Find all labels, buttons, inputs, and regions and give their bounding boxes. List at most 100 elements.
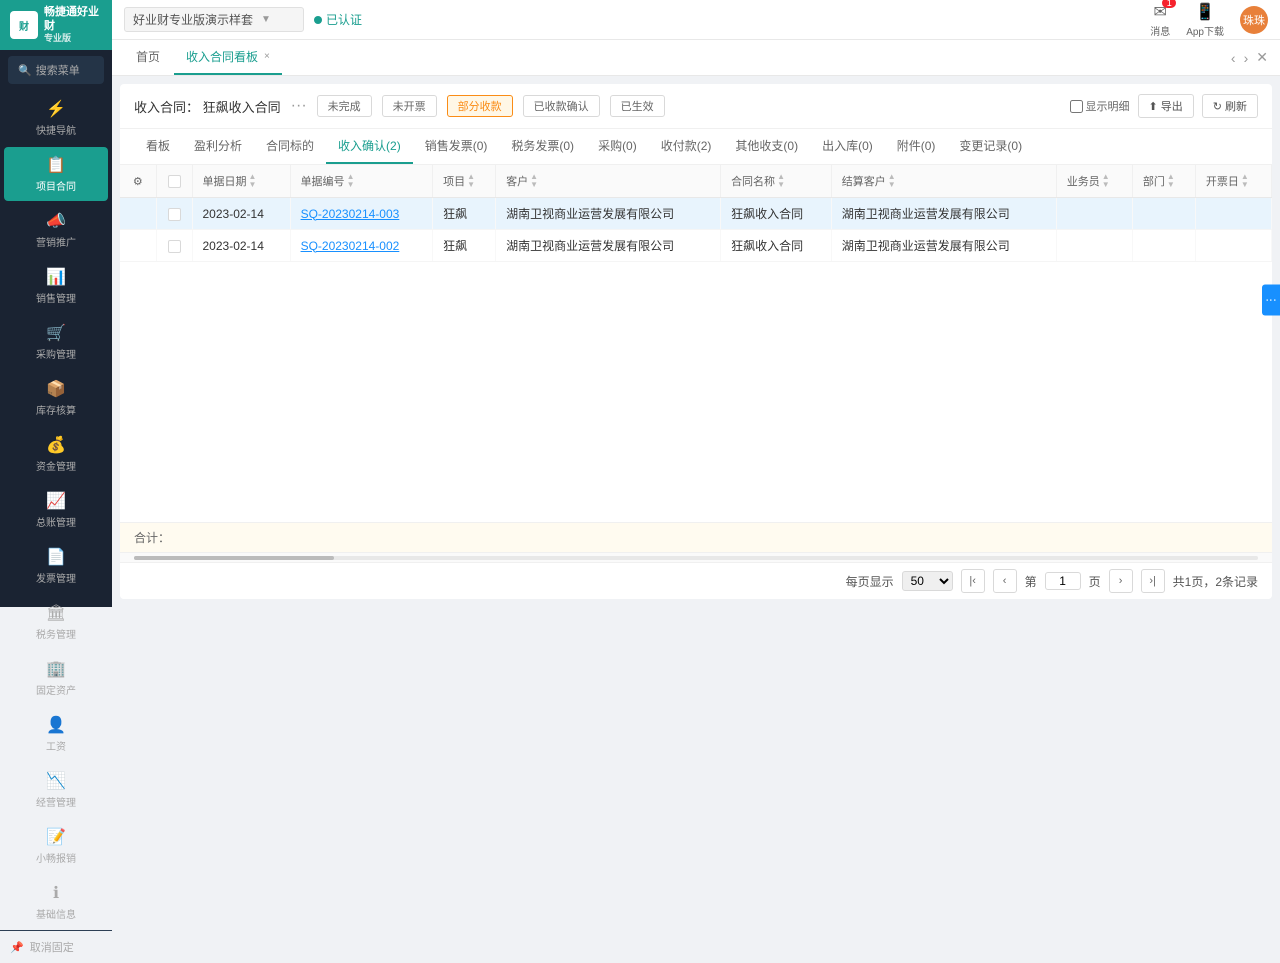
sub-tab-kanban[interactable]: 看板 <box>134 129 182 164</box>
col-check-all[interactable] <box>156 165 192 198</box>
page-first-btn[interactable]: |‹ <box>961 569 985 593</box>
sidebar-unpin[interactable]: 📌 取消固定 <box>0 931 112 963</box>
sidebar-item-expense[interactable]: 📝 小畅报销 <box>4 819 108 873</box>
sidebar-item-purchase[interactable]: 🛒 采购管理 <box>4 315 108 369</box>
sub-tab-attachment[interactable]: 附件(0) <box>885 129 948 164</box>
content-area: 收入合同： 狂飙收入合同 ··· 未完成 未开票 部分收款 已收款确认 已生效 … <box>120 84 1272 599</box>
export-button[interactable]: ⬆ 导出 <box>1138 94 1194 118</box>
row1-dept <box>1132 198 1195 230</box>
row1-setting <box>120 198 156 230</box>
sort-settlement[interactable]: 结算客户 ▲▼ <box>842 173 896 189</box>
sidebar-item-tax[interactable]: 🏛 税务管理 <box>4 595 108 649</box>
logo-icon: 财 <box>10 11 38 39</box>
row2-checkbox[interactable] <box>168 240 181 253</box>
company-selector[interactable]: 好业财专业版演示样套 ▼ <box>124 7 304 32</box>
row2-date: 2023-02-14 <box>192 230 290 262</box>
row1-checkbox[interactable] <box>168 208 181 221</box>
sidebar-item-quick-nav[interactable]: ⚡ 快捷导航 <box>4 91 108 145</box>
tab-home[interactable]: 首页 <box>124 40 172 75</box>
page-prev-btn[interactable]: ‹ <box>993 569 1017 593</box>
refresh-button[interactable]: ↻ 刷新 <box>1202 94 1258 118</box>
message-button[interactable]: ✉ 消息 1 <box>1150 2 1170 38</box>
status-incomplete-btn[interactable]: 未完成 <box>317 95 372 117</box>
sidebar-item-management[interactable]: 📉 经营管理 <box>4 763 108 817</box>
sub-tab-other[interactable]: 其他收支(0) <box>723 129 810 164</box>
sidebar-item-inventory[interactable]: 📦 库存核算 <box>4 371 108 425</box>
check-all-checkbox[interactable] <box>168 175 181 188</box>
page-size-select[interactable]: 50 100 200 <box>902 571 953 591</box>
sub-tab-warehouse[interactable]: 出入库(0) <box>810 129 885 164</box>
page-next-btn[interactable]: › <box>1109 569 1133 593</box>
status-active-btn[interactable]: 已生效 <box>610 95 665 117</box>
sidebar-item-invoice[interactable]: 📄 发票管理 <box>4 539 108 593</box>
row1-check[interactable] <box>156 198 192 230</box>
sidebar-item-marketing[interactable]: 📣 营销推广 <box>4 203 108 257</box>
sub-tab-payment[interactable]: 收付款(2) <box>649 129 724 164</box>
page-last-btn[interactable]: ›| <box>1141 569 1165 593</box>
expense-icon: 📝 <box>46 827 66 847</box>
sidebar-item-ledger[interactable]: 📈 总账管理 <box>4 483 108 537</box>
row2-number[interactable]: SQ-20230214-002 <box>290 230 433 262</box>
page-number-input[interactable] <box>1045 572 1081 590</box>
pagination-total: 共1页，2条记录 <box>1173 573 1258 590</box>
sub-tab-subject[interactable]: 合同标的 <box>254 129 326 164</box>
sort-project[interactable]: 项目 ▲▼ <box>443 173 475 189</box>
sort-date[interactable]: 单据日期 ▲▼ <box>203 173 257 189</box>
row1-project: 狂飙 <box>433 198 496 230</box>
show-detail-checkbox[interactable]: 显示明细 <box>1070 98 1130 114</box>
scrollbar-track[interactable] <box>134 556 1258 560</box>
row1-number[interactable]: SQ-20230214-003 <box>290 198 433 230</box>
quick-nav-icon: ⚡ <box>46 99 66 119</box>
sort-salesman[interactable]: 业务员 ▲▼ <box>1067 173 1110 189</box>
status-uninvoiced-btn[interactable]: 未开票 <box>382 95 437 117</box>
tab-close-all-icon[interactable]: ✕ <box>1256 49 1268 66</box>
col-invoice-date-header: 开票日 ▲▼ <box>1195 165 1271 198</box>
sidebar-item-fixed-assets[interactable]: 🏢 固定资产 <box>4 651 108 705</box>
sub-tabs: 看板 盈利分析 合同标的 收入确认(2) 销售发票(0) 税务发票(0) 采购(… <box>120 129 1272 165</box>
table-row[interactable]: 2023-02-14 SQ-20230214-002 狂飙 湖南卫视商业运营发展… <box>120 230 1272 262</box>
contract-more-button[interactable]: ··· <box>291 97 307 115</box>
right-panel-button[interactable]: ⋮ <box>1262 285 1280 316</box>
status-partial-btn[interactable]: 部分收款 <box>447 95 513 117</box>
sub-tab-sales-invoice[interactable]: 销售发票(0) <box>413 129 500 164</box>
right-float-panel: ⋮ <box>1262 285 1280 316</box>
status-confirmed-btn[interactable]: 已收款确认 <box>523 95 600 117</box>
scrollbar-area[interactable] <box>120 552 1272 562</box>
sort-customer[interactable]: 客户 ▲▼ <box>506 173 538 189</box>
scrollbar-thumb[interactable] <box>134 556 334 560</box>
app-download-button[interactable]: 📱 App下载 <box>1186 2 1224 38</box>
sub-tab-profit[interactable]: 盈利分析 <box>182 129 254 164</box>
tab-next-icon[interactable]: › <box>1244 50 1249 66</box>
sidebar-search[interactable]: 🔍 搜索菜单 <box>8 56 104 84</box>
sidebar-item-basic-info[interactable]: ℹ 基础信息 <box>4 875 108 929</box>
sidebar-item-capital[interactable]: 💰 资金管理 <box>4 427 108 481</box>
inventory-icon: 📦 <box>46 379 66 399</box>
sort-dept[interactable]: 部门 ▲▼ <box>1143 173 1175 189</box>
sub-tab-purchase[interactable]: 采购(0) <box>586 129 649 164</box>
tab-prev-icon[interactable]: ‹ <box>1231 50 1236 66</box>
row2-check[interactable] <box>156 230 192 262</box>
table-row[interactable]: 2023-02-14 SQ-20230214-003 狂飙 湖南卫视商业运营发展… <box>120 198 1272 230</box>
col-setting[interactable]: ⚙ <box>120 165 156 198</box>
col-settlement-header: 结算客户 ▲▼ <box>831 165 1056 198</box>
tab-contract-board[interactable]: 收入合同看板 × <box>174 40 282 75</box>
header-right-controls: 显示明细 ⬆ 导出 ↻ 刷新 <box>1070 94 1259 118</box>
sidebar-item-sales[interactable]: 📊 销售管理 <box>4 259 108 313</box>
page-label-pre: 第 <box>1025 573 1037 590</box>
tab-close-icon[interactable]: × <box>264 51 270 62</box>
row1-contract-name: 狂飙收入合同 <box>721 198 832 230</box>
topbar: 好业财专业版演示样套 ▼ 已认证 ✉ 消息 1 📱 App下载 珠珠 <box>112 0 1280 40</box>
sort-invoice-date[interactable]: 开票日 ▲▼ <box>1206 173 1249 189</box>
sort-number[interactable]: 单据编号 ▲▼ <box>301 173 355 189</box>
sub-tab-tax-invoice[interactable]: 税务发票(0) <box>499 129 586 164</box>
sort-contract-name[interactable]: 合同名称 ▲▼ <box>731 173 785 189</box>
basic-info-icon: ℹ <box>53 883 59 903</box>
sidebar-item-project-contract[interactable]: 📋 项目合同 <box>4 147 108 201</box>
sub-tab-changes[interactable]: 变更记录(0) <box>947 129 1034 164</box>
show-detail-input[interactable] <box>1070 100 1083 113</box>
sub-tab-revenue-confirm[interactable]: 收入确认(2) <box>326 129 413 164</box>
sort-arrows-contract-name: ▲▼ <box>777 173 785 189</box>
tab-bar: 首页 收入合同看板 × ‹ › ✕ <box>112 40 1280 76</box>
user-avatar[interactable]: 珠珠 <box>1240 6 1268 34</box>
sidebar-item-payroll[interactable]: 👤 工资 <box>4 707 108 761</box>
